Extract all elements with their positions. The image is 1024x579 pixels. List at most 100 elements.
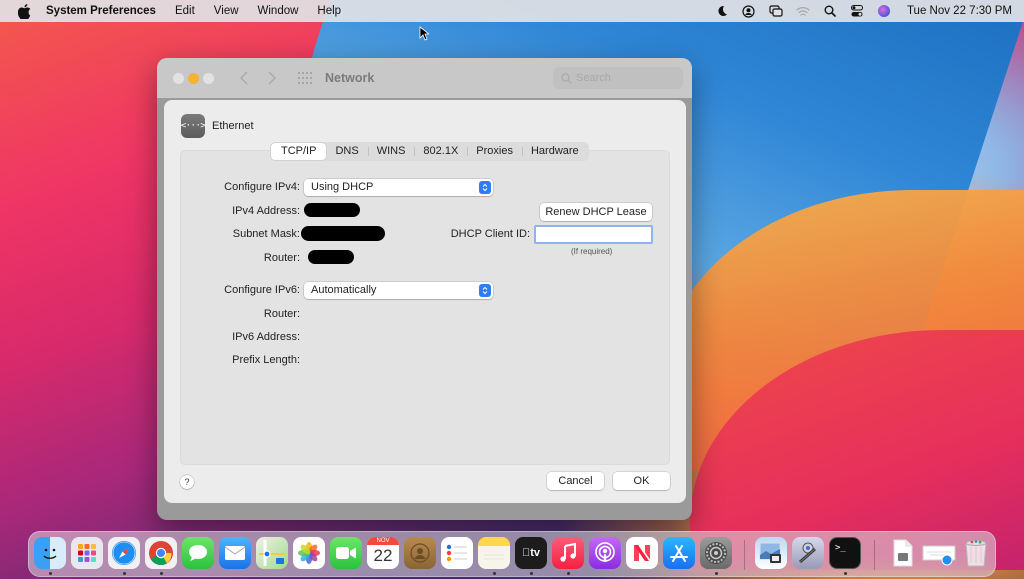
menu-help[interactable]: Help [317,5,341,17]
calendar-day: 22 [373,546,393,565]
user-icon[interactable] [742,4,756,18]
running-indicator [844,572,847,575]
tab-hardware[interactable]: Hardware [521,143,588,160]
dock-app-store[interactable] [663,537,695,569]
dock-messages[interactable] [182,537,214,569]
running-indicator [123,572,126,575]
dock-automator[interactable] [792,537,824,569]
system-preferences-gear-icon [705,542,727,564]
dock-finder[interactable] [34,537,66,569]
configure-ipv6-value: Automatically [311,284,377,296]
menu-window[interactable]: Window [258,5,299,17]
dhcp-client-id-input[interactable] [534,225,653,244]
tab-bar: TCP/IP DNS WINS 802.1X Proxies Hardware [270,142,589,161]
configure-ipv4-select[interactable]: Using DHCP [304,179,493,196]
ipv4-address-redacted [304,203,360,217]
running-indicator [493,572,496,575]
music-icon [560,543,576,562]
ipv4-router-label: Router: [263,252,300,264]
dock-safari[interactable] [108,537,140,569]
dock-maps[interactable] [256,537,288,569]
running-indicator [567,572,570,575]
dock-music[interactable] [552,537,584,569]
zoom-window-button[interactable] [203,73,214,84]
dock-photos[interactable] [293,537,325,569]
calendar-month: NOV [367,537,399,545]
ipv4-address-label: IPv4 Address: [232,205,300,217]
apple-tv-label: tv [526,547,540,559]
dock-podcasts[interactable] [589,537,621,569]
configure-ipv4-label: Configure IPv4: [224,181,300,193]
subnet-mask-redacted [301,226,385,241]
control-center-icon[interactable] [850,4,864,18]
dock-news[interactable] [626,537,658,569]
close-window-button[interactable] [173,73,184,84]
dock-facetime[interactable] [330,537,362,569]
menu-view[interactable]: View [214,5,239,17]
cancel-button[interactable]: Cancel [547,472,604,490]
service-name: Ethernet [212,120,254,132]
ethernet-icon: <···> [181,114,206,138]
window-title: Network [325,71,375,85]
finder-icon [43,548,57,559]
news-icon [634,544,651,562]
ipv6-router-label: Router: [263,308,300,320]
tab-wins[interactable]: WINS [367,143,415,160]
show-all-grid-icon[interactable] [298,72,312,84]
tab-proxies[interactable]: Proxies [467,143,522,160]
spotlight-search-icon[interactable] [823,4,837,18]
siri-icon[interactable] [877,4,891,18]
dock-document[interactable] [887,537,919,569]
photos-icon [298,542,320,564]
menu-app-name[interactable]: System Preferences [46,5,156,17]
dock-launchpad[interactable] [71,537,103,569]
running-indicator [160,572,163,575]
configure-ipv6-select[interactable]: Automatically [304,282,493,299]
window-titlebar[interactable]: Network Search [157,58,692,98]
back-button[interactable] [236,69,252,87]
help-button[interactable]: ? [180,475,194,489]
search-field[interactable]: Search [553,67,683,89]
app-store-icon [670,545,688,562]
renew-dhcp-lease-button[interactable]: Renew DHCP Lease [540,203,652,221]
dock-trash[interactable] [960,537,992,569]
dock-chrome[interactable] [145,537,177,569]
tab-tcpip[interactable]: TCP/IP [271,143,327,160]
ipv4-router-redacted [308,250,354,264]
dock-apple-tv[interactable]: tv [515,537,547,569]
messages-icon [189,545,207,561]
menu-bar: System Preferences Edit View Window Help… [0,0,1024,22]
screen-mirroring-icon[interactable] [769,4,783,18]
dock-preview[interactable] [755,537,787,569]
minimize-window-button[interactable] [188,73,199,84]
preview-icon [759,542,781,563]
dock-terminal[interactable]: >_ [829,537,861,569]
dhcp-client-id-label: DHCP Client ID: [450,228,530,240]
wifi-icon[interactable] [796,4,810,18]
menu-edit[interactable]: Edit [175,5,195,17]
dock-contacts[interactable] [404,537,436,569]
maps-icon [259,540,285,566]
running-indicator [530,572,533,575]
launchpad-icon [78,544,96,562]
apple-menu-icon[interactable] [16,3,32,19]
forward-button[interactable] [264,69,280,87]
trash-icon [965,540,987,567]
reminders-icon [446,544,467,562]
tab-8021x[interactable]: 802.1X [414,143,467,160]
dock-system-preferences[interactable] [700,537,732,569]
dock-notes[interactable] [478,537,510,569]
web-archive-icon [922,545,956,566]
document-icon [893,539,913,567]
dock: NOV 22 tv >_ [28,531,996,577]
dock-calendar[interactable]: NOV 22 [367,537,399,569]
moon-icon[interactable] [715,4,729,18]
facetime-icon [336,547,356,559]
network-preferences-window: Network Search <···> Ethernet TCP/IP DNS… [157,58,692,520]
dock-reminders[interactable] [441,537,473,569]
dock-safari-web-archive[interactable] [922,537,956,569]
dock-mail[interactable] [219,537,251,569]
tab-dns[interactable]: DNS [326,143,367,160]
menu-bar-clock[interactable]: Tue Nov 22 7:30 PM [907,5,1012,17]
ok-button[interactable]: OK [613,472,670,490]
